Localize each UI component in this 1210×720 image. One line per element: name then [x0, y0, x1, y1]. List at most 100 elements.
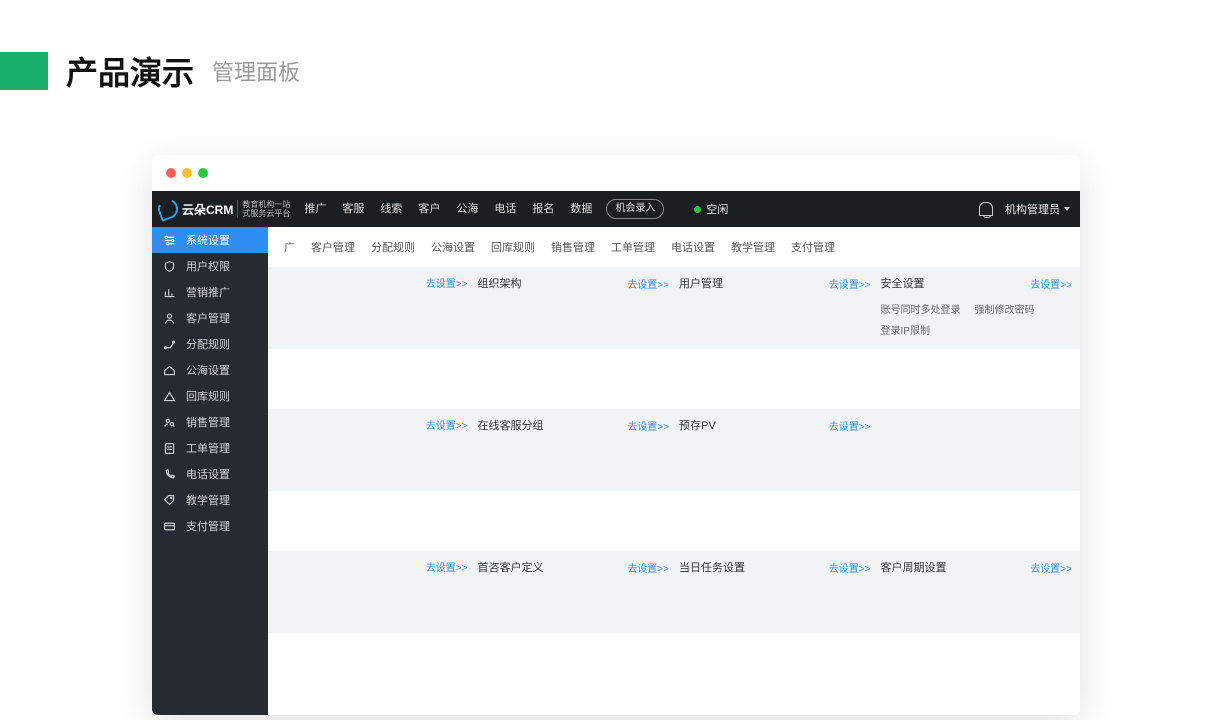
sidebar-item-0[interactable]: 系统设置 — [152, 227, 268, 253]
bars-icon — [162, 285, 176, 299]
maximize-dot-icon[interactable] — [198, 168, 208, 178]
sidebar-item-8[interactable]: 工单管理 — [152, 435, 268, 461]
card-1-2: 预存PV 去设置>> — [679, 417, 871, 483]
nav-item-2[interactable]: 线索 — [372, 191, 410, 227]
sidebar-item-9[interactable]: 电话设置 — [152, 461, 268, 487]
card-2-2: 当日任务设置 去设置>> — [679, 559, 871, 625]
close-dot-icon[interactable] — [166, 168, 176, 178]
sidebar-item-11[interactable]: 支付管理 — [152, 513, 268, 539]
sidebar-item-4[interactable]: 分配规则 — [152, 331, 268, 357]
card-2-3: 客户周期设置 去设置>> — [881, 559, 1073, 625]
tab-5[interactable]: 销售管理 — [543, 235, 603, 259]
sidebar-item-1[interactable]: 用户权限 — [152, 253, 268, 279]
flow-icon — [162, 337, 176, 351]
status-indicator[interactable]: 空闲 — [694, 201, 728, 217]
card-body-item: 登录IP限制 — [881, 322, 930, 337]
app-window: 云朵CRM 教育机构一站 式服务云平台 推广客服线索客户公海电话报名数据 机会录… — [152, 155, 1080, 715]
logo[interactable]: 云朵CRM 教育机构一站 式服务云平台 — [152, 191, 296, 227]
tab-1[interactable]: 客户管理 — [303, 235, 363, 259]
card-title: 安全设置 — [881, 275, 925, 291]
go-settings-link[interactable]: 去设置>> — [627, 560, 669, 575]
tab-8[interactable]: 教学管理 — [723, 235, 783, 259]
section-1: 去设置>>在线客服分组去设置>>预存PV去设置>> — [268, 409, 1080, 491]
home-icon — [162, 363, 176, 377]
sidebar-item-label: 回库规则 — [186, 388, 230, 404]
card-icon — [162, 519, 176, 533]
tab-9[interactable]: 支付管理 — [783, 235, 843, 259]
window-titlebar — [152, 155, 1080, 191]
sidebar-item-label: 工单管理 — [186, 440, 230, 456]
card-0-2: 用户管理去设置>> — [679, 275, 871, 341]
sidebar-item-label: 营销推广 — [186, 284, 230, 300]
go-settings-link[interactable]: 去设置>> — [627, 418, 669, 433]
nav-item-4[interactable]: 公海 — [448, 191, 486, 227]
sidebar-item-5[interactable]: 公海设置 — [152, 357, 268, 383]
chevron-down-icon — [1064, 207, 1070, 211]
tab-7[interactable]: 电话设置 — [663, 235, 723, 259]
card-title: 当日任务设置 — [679, 559, 745, 575]
card-title: 预存PV — [679, 417, 716, 433]
nav-item-5[interactable]: 电话 — [486, 191, 524, 227]
status-dot-icon — [694, 206, 701, 213]
go-settings-link[interactable]: 去设置>> — [1030, 276, 1072, 291]
go-settings-link[interactable]: 去设置>> — [426, 275, 468, 290]
section-0: 去设置>>组织架构去设置>>用户管理去设置>>安全设置去设置>>账号同时多处登录… — [268, 267, 1080, 349]
nav-item-7[interactable]: 数据 — [562, 191, 600, 227]
content-area: 广客户管理分配规则公海设置回库规则销售管理工单管理电话设置教学管理支付管理 去设… — [268, 227, 1080, 715]
user-menu[interactable]: 机构管理员 — [1005, 201, 1070, 217]
user-icon — [162, 311, 176, 325]
page-subtitle: 管理面板 — [212, 55, 300, 87]
card-title: 客户周期设置 — [881, 559, 947, 575]
top-nav: 推广客服线索客户公海电话报名数据 — [296, 191, 600, 227]
sidebar-item-6[interactable]: 回库规则 — [152, 383, 268, 409]
tab-0[interactable]: 广 — [276, 235, 303, 259]
sliders-icon — [162, 233, 176, 247]
card-1-0: 去设置>> — [276, 417, 468, 483]
user-label: 机构管理员 — [1005, 201, 1060, 217]
sidebar-item-2[interactable]: 营销推广 — [152, 279, 268, 305]
app-body: 系统设置用户权限营销推广客户管理分配规则公海设置回库规则销售管理工单管理电话设置… — [152, 227, 1080, 715]
logo-text: 云朵CRM — [182, 201, 233, 218]
card-0-0: 去设置>> — [276, 275, 468, 341]
sidebar-item-label: 用户权限 — [186, 258, 230, 274]
logo-subtext: 教育机构一站 式服务云平台 — [237, 200, 290, 218]
topbar: 云朵CRM 教育机构一站 式服务云平台 推广客服线索客户公海电话报名数据 机会录… — [152, 191, 1080, 227]
nav-item-0[interactable]: 推广 — [296, 191, 334, 227]
nav-item-1[interactable]: 客服 — [334, 191, 372, 227]
bell-icon[interactable] — [979, 202, 993, 216]
go-settings-link[interactable]: 去设置>> — [627, 276, 669, 291]
minimize-dot-icon[interactable] — [182, 168, 192, 178]
sidebar-item-7[interactable]: 销售管理 — [152, 409, 268, 435]
record-entry-button[interactable]: 机会录入 — [606, 199, 664, 219]
tab-row: 广客户管理分配规则公海设置回库规则销售管理工单管理电话设置教学管理支付管理 — [268, 227, 1080, 267]
card-body: 账号同时多处登录强制修改密码登录IP限制 — [881, 295, 1073, 337]
go-settings-link[interactable]: 去设置>> — [426, 559, 468, 574]
status-label: 空闲 — [706, 201, 728, 217]
tab-2[interactable]: 分配规则 — [363, 235, 423, 259]
nav-item-6[interactable]: 报名 — [524, 191, 562, 227]
sidebar-item-label: 客户管理 — [186, 310, 230, 326]
card-title: 首咨客户定义 — [478, 559, 544, 575]
card-1-1: 在线客服分组 去设置>> — [478, 417, 670, 483]
person-search-icon — [162, 415, 176, 429]
sidebar-item-3[interactable]: 客户管理 — [152, 305, 268, 331]
sidebar-item-10[interactable]: 教学管理 — [152, 487, 268, 513]
card-title: 在线客服分组 — [478, 417, 544, 433]
tab-6[interactable]: 工单管理 — [603, 235, 663, 259]
tab-4[interactable]: 回库规则 — [483, 235, 543, 259]
go-settings-link[interactable]: 去设置>> — [829, 418, 871, 433]
tag-icon — [162, 493, 176, 507]
nav-item-3[interactable]: 客户 — [410, 191, 448, 227]
shield-icon — [162, 259, 176, 273]
sidebar-item-label: 公海设置 — [186, 362, 230, 378]
go-settings-link[interactable]: 去设置>> — [1030, 560, 1072, 575]
accent-block — [0, 52, 48, 90]
go-settings-link[interactable]: 去设置>> — [426, 417, 468, 432]
sidebar-item-label: 销售管理 — [186, 414, 230, 430]
go-settings-link[interactable]: 去设置>> — [829, 276, 871, 291]
sidebar-item-label: 分配规则 — [186, 336, 230, 352]
card-body-item: 强制修改密码 — [975, 301, 1035, 316]
go-settings-link[interactable]: 去设置>> — [829, 560, 871, 575]
tab-3[interactable]: 公海设置 — [423, 235, 483, 259]
sidebar-item-label: 电话设置 — [186, 466, 230, 482]
